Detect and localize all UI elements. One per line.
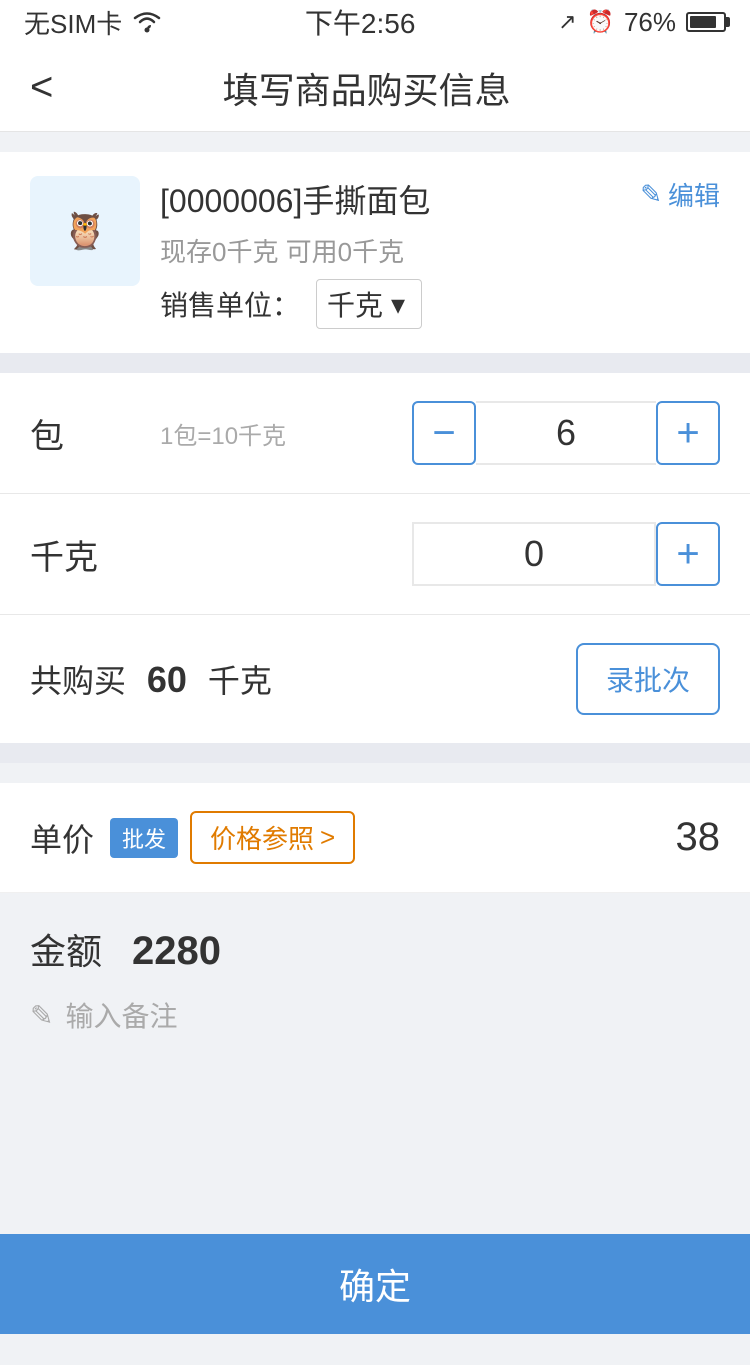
price-label: 单价 <box>30 815 94 861</box>
price-ref-label: 价格参照 <box>210 819 314 856</box>
kg-row: 千克 + <box>0 494 750 615</box>
total-quantity: 60 <box>147 659 187 700</box>
status-time: 下午2:56 <box>305 2 416 42</box>
edit-button[interactable]: ✎ 编辑 <box>640 176 720 213</box>
price-ref-arrow-icon: > <box>320 822 335 853</box>
divider-1 <box>0 353 750 373</box>
quantity-section: 包 1包=10千克 − + 千克 + <box>0 373 750 615</box>
confirm-label: 确定 <box>339 1258 411 1310</box>
battery-icon <box>686 12 726 32</box>
bao-plus-button[interactable]: + <box>656 401 720 465</box>
status-bar: 无SIM卡 下午2:56 ↗ ⏰ 76% <box>0 0 750 44</box>
kg-controls: + <box>412 522 720 586</box>
wifi-icon <box>132 11 162 33</box>
bao-row: 包 1包=10千克 − + <box>0 373 750 494</box>
price-ref-button[interactable]: 价格参照 > <box>190 811 355 864</box>
product-image: 🦉 <box>30 176 140 286</box>
status-left: 无SIM卡 <box>24 4 162 41</box>
kg-label: 千克 <box>30 530 150 579</box>
total-text: 共购买 60 千克 <box>30 656 272 702</box>
nav-bar: < 填写商品购买信息 <box>0 44 750 132</box>
price-row: 单价 批发 价格参照 > 38 <box>0 783 750 893</box>
amount-section: 金额 2280 ✎ 输入备注 <box>0 893 750 1065</box>
divider-2 <box>0 743 750 763</box>
page-title: 填写商品购买信息 <box>73 62 660 114</box>
price-tag: 批发 <box>110 818 178 858</box>
total-prefix: 共购买 <box>30 663 126 699</box>
price-value: 38 <box>676 815 721 860</box>
carrier-label: 无SIM卡 <box>24 4 122 41</box>
kg-plus-button[interactable]: + <box>656 522 720 586</box>
back-button[interactable]: < <box>30 65 73 110</box>
amount-row: 金额 2280 <box>30 923 720 975</box>
total-unit: 千克 <box>208 663 272 699</box>
bao-controls: − + <box>412 401 720 465</box>
edit-icon: ✎ <box>640 179 662 210</box>
bao-input[interactable] <box>476 401 656 465</box>
confirm-bar[interactable]: 确定 <box>0 1234 750 1334</box>
amount-label: 金额 <box>30 931 102 972</box>
unit-value: 千克 <box>327 284 383 324</box>
unit-label: 销售单位： <box>160 284 300 324</box>
amount-value: 2280 <box>132 929 221 973</box>
product-unit-row: 销售单位： 千克 ▾ <box>160 279 720 329</box>
product-stock: 现存0千克 可用0千克 <box>160 232 720 269</box>
product-top-row: [0000006]手撕面包 ✎ 编辑 <box>160 176 720 232</box>
batch-button[interactable]: 录批次 <box>576 643 720 715</box>
note-row[interactable]: ✎ 输入备注 <box>30 995 720 1035</box>
unit-select[interactable]: 千克 ▾ <box>316 279 422 329</box>
battery-percent: 76% <box>624 7 676 38</box>
bao-sublabel: 1包=10千克 <box>160 416 286 451</box>
total-row: 共购买 60 千克 录批次 <box>0 615 750 743</box>
product-info: [0000006]手撕面包 ✎ 编辑 现存0千克 可用0千克 销售单位： 千克 … <box>160 176 720 329</box>
product-name: [0000006]手撕面包 <box>160 176 430 222</box>
status-right: ↗ ⏰ 76% <box>558 7 726 38</box>
pencil-icon: ✎ <box>30 999 53 1032</box>
dropdown-arrow-icon: ▾ <box>391 288 405 321</box>
price-section: 单价 批发 价格参照 > 38 <box>0 783 750 893</box>
note-placeholder: 输入备注 <box>65 995 177 1035</box>
alarm-icon: ⏰ <box>587 9 614 35</box>
product-card: 🦉 [0000006]手撕面包 ✎ 编辑 现存0千克 可用0千克 销售单位： 千… <box>0 152 750 353</box>
bao-label: 包 <box>30 409 150 458</box>
location-icon: ↗ <box>558 9 576 35</box>
bao-minus-button[interactable]: − <box>412 401 476 465</box>
product-logo: 🦉 <box>63 210 108 252</box>
edit-label: 编辑 <box>668 176 720 213</box>
kg-input[interactable] <box>412 522 656 586</box>
